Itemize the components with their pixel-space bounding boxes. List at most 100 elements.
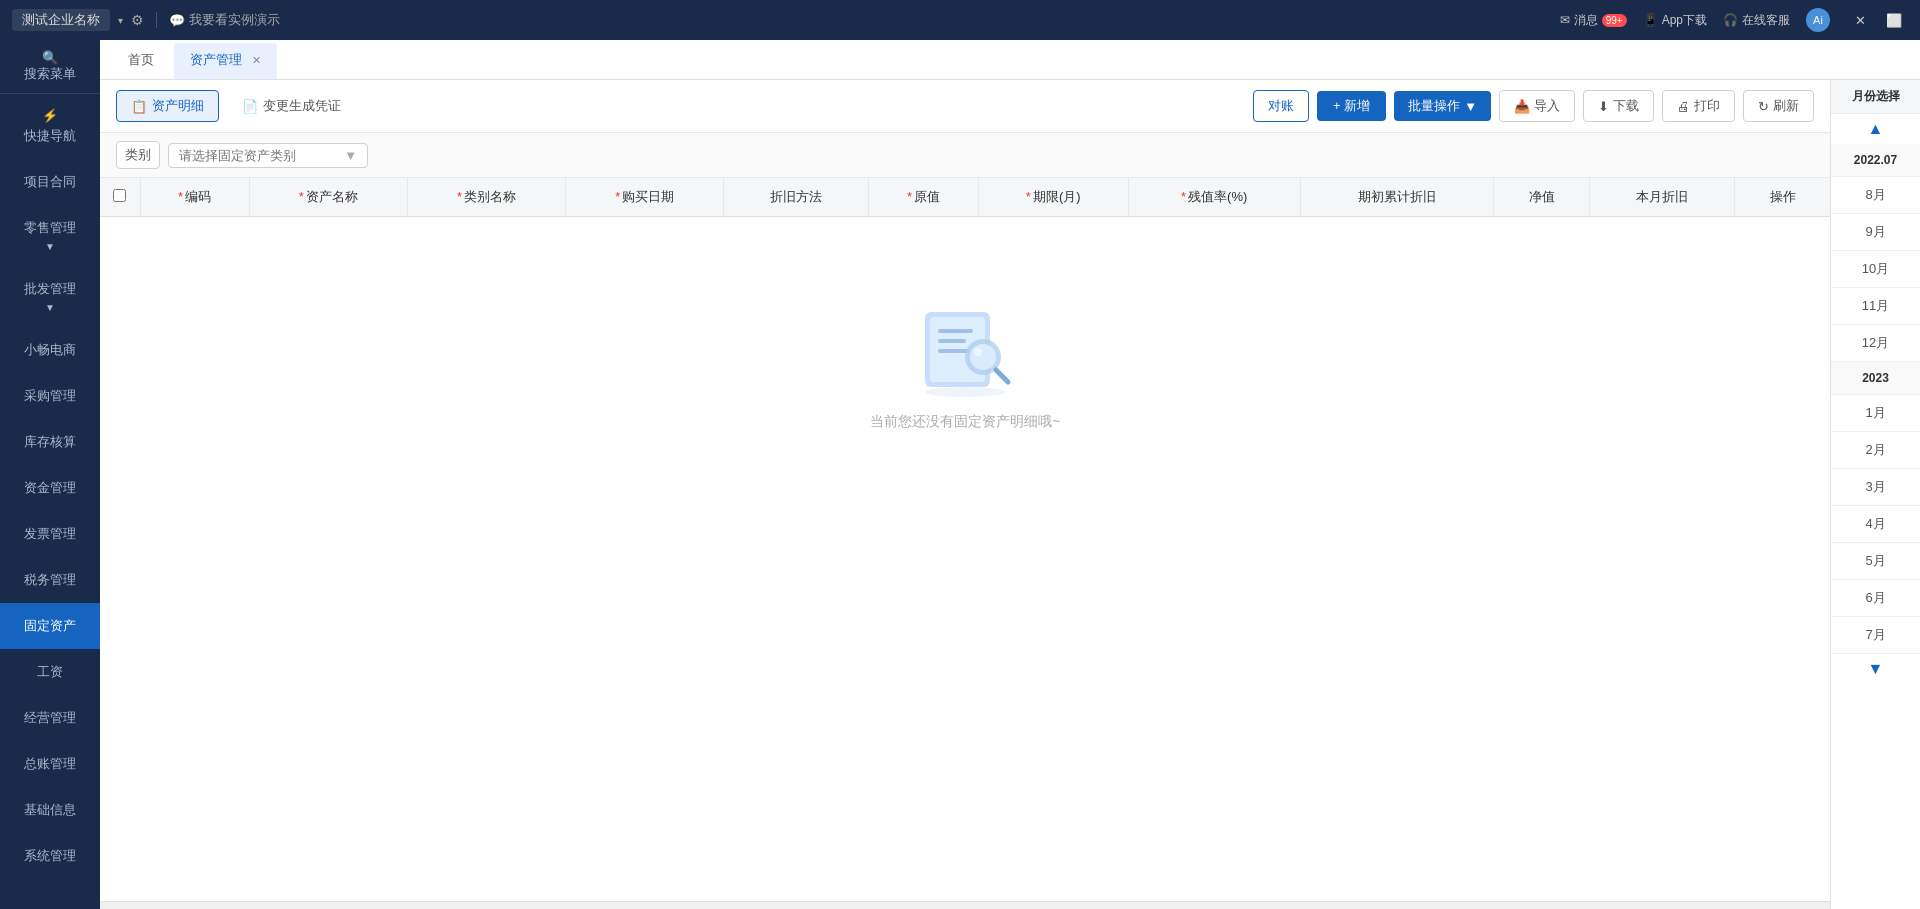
month-nav-down: ▼ — [1831, 654, 1920, 684]
demo-icon: 💬 — [169, 13, 185, 28]
category-input[interactable] — [179, 148, 340, 163]
month-8[interactable]: 8月 — [1831, 177, 1920, 214]
th-purchase-date: *购买日期 — [566, 178, 724, 217]
sidebar-item-retail[interactable]: 零售管理 ▼ — [0, 205, 100, 266]
message-badge: 99+ — [1602, 14, 1627, 27]
add-button[interactable]: + 新增 — [1317, 91, 1386, 121]
sidebar-item-invoice[interactable]: 发票管理 — [0, 511, 100, 557]
sidebar-item-basic-info[interactable]: 基础信息 — [0, 787, 100, 833]
sidebar-item-purchase[interactable]: 采购管理 — [0, 373, 100, 419]
reconcile-button[interactable]: 对账 — [1253, 90, 1309, 122]
category-dropdown-icon[interactable]: ▼ — [344, 148, 357, 163]
th-code: *编码 — [140, 178, 249, 217]
main-layout: 🔍 搜索菜单 ⚡ 快捷导航 项目合同 零售管理 ▼ 批发管理 ▼ 小畅电商 采购… — [0, 40, 1920, 909]
sidebar-item-project[interactable]: 项目合同 — [0, 159, 100, 205]
sidebar-item-salary[interactable]: 工资 — [0, 649, 100, 695]
empty-illustration — [905, 297, 1025, 397]
empty-state-row: 当前您还没有固定资产明细哦~ — [100, 217, 1830, 512]
message-button[interactable]: ✉ 消息 99+ — [1560, 12, 1627, 29]
checkbox-header — [100, 178, 140, 217]
sidebar-item-system[interactable]: 系统管理 — [0, 833, 100, 879]
month-11[interactable]: 11月 — [1831, 288, 1920, 325]
page-content: 📋 资产明细 📄 变更生成凭证 对账 + 新增 批量操作 ▼ — [100, 80, 1920, 909]
th-monthly-depreciation: 本月折旧 — [1590, 178, 1735, 217]
top-bar-right: ✉ 消息 99+ 📱 App下载 🎧 在线客服 Ai ✕ ⬜ — [1560, 6, 1908, 34]
refresh-button[interactable]: ↻ 刷新 — [1743, 90, 1814, 122]
month-2023-3[interactable]: 3月 — [1831, 469, 1920, 506]
scrollbar-hint — [100, 901, 1830, 909]
import-button[interactable]: 📥 导入 — [1499, 90, 1575, 122]
online-service-button[interactable]: 🎧 在线客服 — [1723, 12, 1790, 29]
user-avatar[interactable]: Ai — [1806, 8, 1830, 32]
demo-link[interactable]: 💬 我要看实例演示 — [169, 11, 280, 29]
settings-icon[interactable]: ⚙ — [131, 12, 144, 28]
batch-arrow-icon: ▼ — [1464, 99, 1477, 114]
svg-rect-3 — [938, 329, 973, 333]
month-nav-down-button[interactable]: ▼ — [1862, 658, 1890, 680]
th-depreciation-method: 折旧方法 — [724, 178, 869, 217]
category-input-container: ▼ — [168, 143, 368, 168]
th-net-value: 净值 — [1494, 178, 1590, 217]
month-9[interactable]: 9月 — [1831, 214, 1920, 251]
maximize-button[interactable]: ⬜ — [1880, 6, 1908, 34]
batch-button[interactable]: 批量操作 ▼ — [1394, 91, 1491, 121]
avatar-text: Ai — [1813, 14, 1823, 26]
company-dropdown-arrow[interactable]: ▾ — [118, 15, 123, 26]
sidebar-item-wholesale[interactable]: 批发管理 ▼ — [0, 266, 100, 327]
th-original-value: *原值 — [869, 178, 978, 217]
sidebar-item-operations[interactable]: 经营管理 — [0, 695, 100, 741]
wholesale-arrow-icon: ▼ — [45, 302, 55, 313]
th-accumulated-depreciation: 期初累计折旧 — [1300, 178, 1494, 217]
month-12[interactable]: 12月 — [1831, 325, 1920, 362]
sidebar-item-quick-nav[interactable]: ⚡ 快捷导航 — [0, 94, 100, 159]
download-button[interactable]: ⬇ 下载 — [1583, 90, 1654, 122]
sidebar-item-general-ledger[interactable]: 总账管理 — [0, 741, 100, 787]
th-category-name: *类别名称 — [408, 178, 566, 217]
month-panel-header: 月份选择 — [1831, 80, 1920, 114]
close-button[interactable]: ✕ — [1846, 6, 1874, 34]
top-bar: 测试企业名称 ▾ ⚙ 💬 我要看实例演示 ✉ 消息 99+ 📱 App下载 🎧 … — [0, 0, 1920, 40]
month-2023-6[interactable]: 6月 — [1831, 580, 1920, 617]
page-main: 📋 资产明细 📄 变更生成凭证 对账 + 新增 批量操作 ▼ — [100, 80, 1830, 909]
asset-detail-icon: 📋 — [131, 99, 147, 114]
sidebar-item-ecommerce[interactable]: 小畅电商 — [0, 327, 100, 373]
tab-close-icon[interactable]: ✕ — [252, 54, 261, 66]
tab-home[interactable]: 首页 — [112, 43, 170, 79]
month-10[interactable]: 10月 — [1831, 251, 1920, 288]
month-2023-7[interactable]: 7月 — [1831, 617, 1920, 654]
sidebar-item-inventory[interactable]: 库存核算 — [0, 419, 100, 465]
sidebar-item-fixed-assets[interactable]: 固定资产 — [0, 603, 100, 649]
tab-asset-management[interactable]: 资产管理 ✕ — [174, 43, 277, 79]
th-residual-rate: *残值率(%) — [1128, 178, 1300, 217]
select-all-checkbox[interactable] — [113, 189, 126, 202]
print-button[interactable]: 🖨 打印 — [1662, 90, 1735, 122]
sub-tab-bar: 📋 资产明细 📄 变更生成凭证 对账 + 新增 批量操作 ▼ — [100, 80, 1830, 133]
month-2023-5[interactable]: 5月 — [1831, 543, 1920, 580]
company-name[interactable]: 测试企业名称 — [12, 9, 110, 31]
tab-bar: 首页 资产管理 ✕ — [100, 40, 1920, 80]
window-controls: ✕ ⬜ — [1846, 6, 1908, 34]
month-2023-1[interactable]: 1月 — [1831, 395, 1920, 432]
app-download-button[interactable]: 📱 App下载 — [1643, 12, 1707, 29]
sidebar-item-capital[interactable]: 资金管理 — [0, 465, 100, 511]
sub-tab-asset-detail[interactable]: 📋 资产明细 — [116, 90, 219, 122]
category-filter[interactable]: 类别 — [116, 141, 160, 169]
svg-line-8 — [996, 370, 1008, 382]
sub-tab-change-voucher[interactable]: 📄 变更生成凭证 — [227, 90, 356, 122]
search-icon: 🔍 — [8, 50, 92, 65]
th-asset-name: *资产名称 — [249, 178, 407, 217]
svg-point-7 — [970, 344, 996, 370]
empty-text: 当前您还没有固定资产明细哦~ — [870, 413, 1060, 431]
phone-icon: 📱 — [1643, 13, 1658, 27]
table-header-row: *编码 *资产名称 *类别名称 *购买日期 折旧方法 *原值 *期限(月) *残… — [100, 178, 1830, 217]
month-2023-2[interactable]: 2月 — [1831, 432, 1920, 469]
sidebar-item-tax[interactable]: 税务管理 — [0, 557, 100, 603]
month-2023-4[interactable]: 4月 — [1831, 506, 1920, 543]
filter-bar: 类别 ▼ — [100, 133, 1830, 178]
month-nav-up-button[interactable]: ▲ — [1862, 118, 1890, 140]
month-current-year: 2022.07 — [1831, 144, 1920, 177]
sidebar-search[interactable]: 🔍 搜索菜单 — [0, 40, 100, 94]
import-icon: 📥 — [1514, 99, 1530, 114]
svg-point-9 — [974, 348, 982, 356]
svg-rect-5 — [938, 349, 970, 353]
